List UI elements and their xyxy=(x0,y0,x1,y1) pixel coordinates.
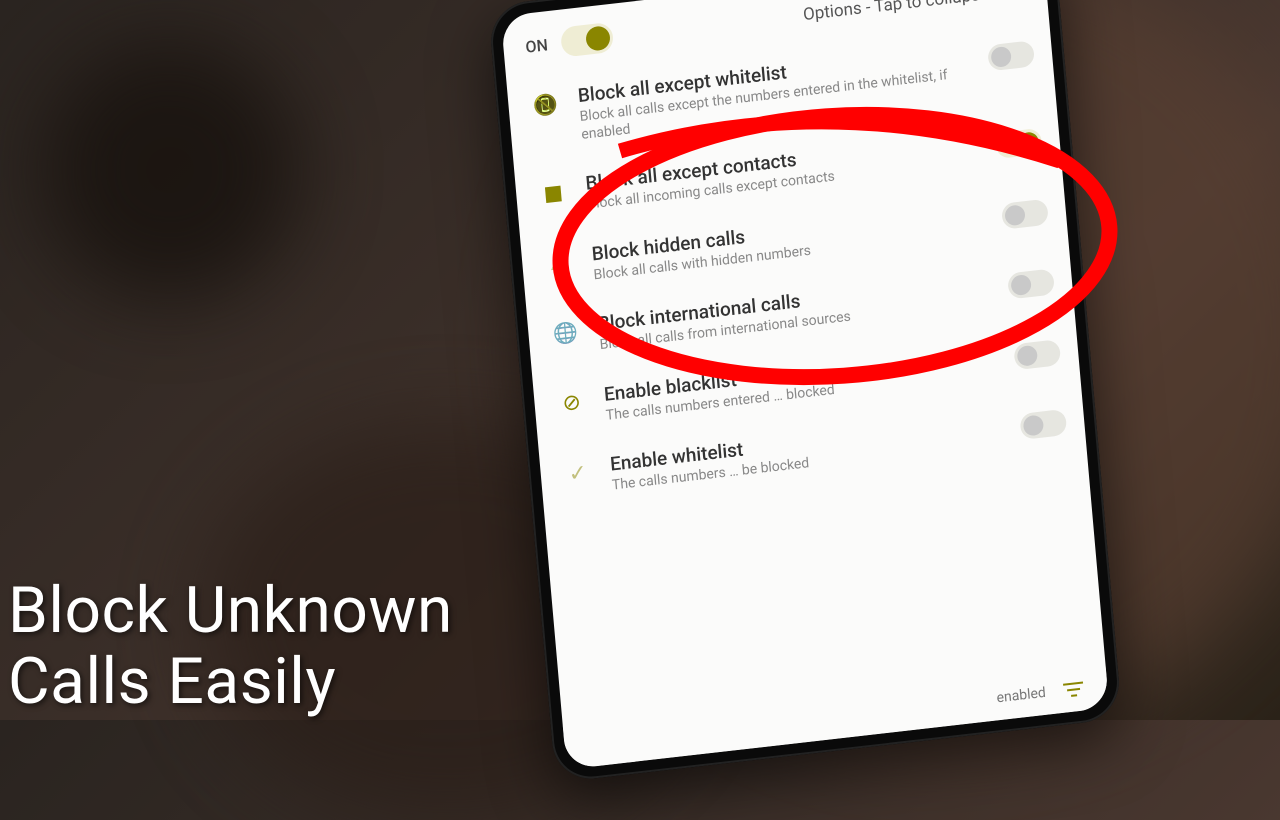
allow-icon xyxy=(562,457,594,490)
phone-screen: ON Options - Tap to collapse Block all e… xyxy=(501,0,1110,769)
toggle-knob-icon xyxy=(1016,344,1038,366)
setting-toggle[interactable] xyxy=(995,128,1043,159)
status-text: enabled xyxy=(996,685,1046,707)
caption-line-1: Block Unknown xyxy=(8,575,453,647)
hidden-icon xyxy=(543,246,575,279)
phone-icon xyxy=(529,88,561,121)
settings-list: Block all except whitelistBlock all call… xyxy=(506,12,1088,521)
phone-frame: ON Options - Tap to collapse Block all e… xyxy=(488,0,1123,783)
toggle-knob-icon xyxy=(585,25,611,52)
chevron-up-icon xyxy=(1000,0,1025,7)
setting-toggle[interactable] xyxy=(1013,339,1061,370)
filter-icon[interactable] xyxy=(1063,681,1084,697)
setting-toggle[interactable] xyxy=(1007,268,1055,299)
toggle-knob-icon xyxy=(1010,274,1032,296)
background-shadow xyxy=(40,40,300,300)
ban-icon xyxy=(555,387,587,420)
master-toggle[interactable] xyxy=(560,22,614,58)
globe-icon xyxy=(549,316,581,349)
toggle-knob-icon xyxy=(1023,414,1045,436)
contacts-icon xyxy=(537,176,569,209)
setting-toggle[interactable] xyxy=(987,40,1035,71)
setting-toggle[interactable] xyxy=(1019,409,1067,440)
toggle-knob-icon xyxy=(1018,131,1040,153)
toggle-knob-icon xyxy=(1004,204,1026,226)
bottom-bar: enabled xyxy=(563,664,1110,770)
video-caption: Block Unknown Calls Easily xyxy=(0,575,461,718)
setting-toggle[interactable] xyxy=(1001,198,1049,229)
caption-line-2: Calls Easily xyxy=(8,646,453,718)
toggle-knob-icon xyxy=(990,46,1012,68)
master-toggle-label: ON xyxy=(525,35,549,56)
